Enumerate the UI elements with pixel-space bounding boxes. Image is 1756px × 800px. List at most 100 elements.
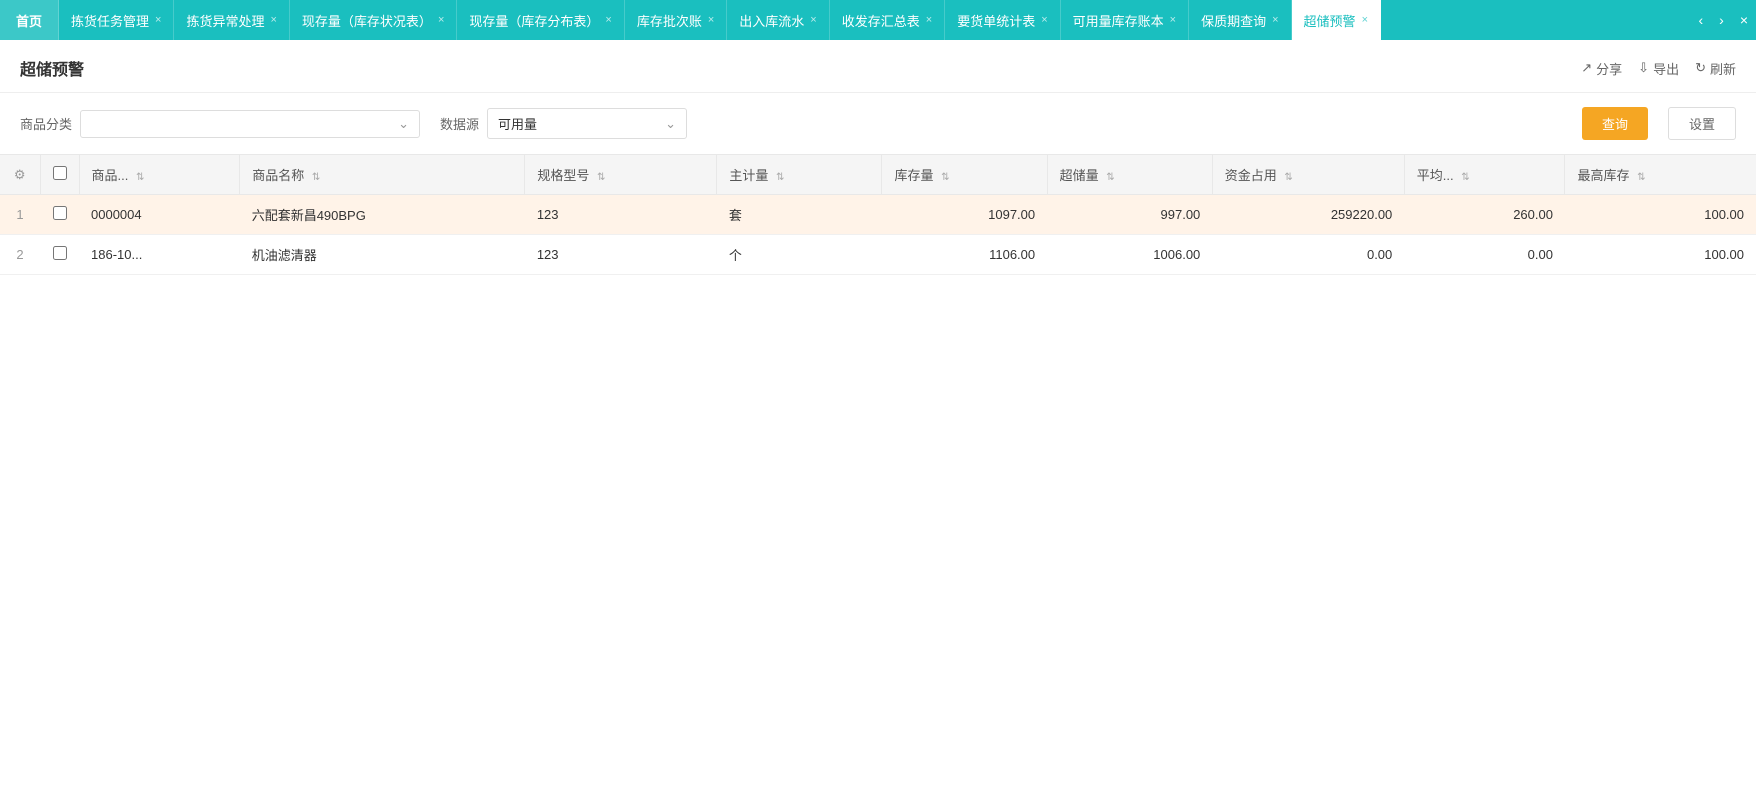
row-over-stock: 1006.00 — [1047, 235, 1212, 275]
row-avg: 260.00 — [1404, 195, 1565, 235]
close-icon[interactable]: × — [810, 14, 816, 26]
th-capital[interactable]: 资金占用 ⇅ — [1212, 155, 1404, 195]
close-icon[interactable]: × — [438, 14, 444, 26]
sort-icon: ⇅ — [1461, 172, 1469, 183]
nav-close-all-button[interactable]: × — [1732, 12, 1756, 28]
gear-icon[interactable]: ⚙ — [14, 167, 26, 182]
row-capital: 0.00 — [1212, 235, 1404, 275]
row-checkbox-cell[interactable] — [40, 235, 79, 275]
close-icon[interactable]: × — [1362, 14, 1368, 26]
sort-icon: ⇅ — [941, 172, 949, 183]
product-category-label: 商品分类 — [20, 114, 72, 133]
th-product-code[interactable]: 商品... ⇅ — [79, 155, 240, 195]
sort-icon: ⇅ — [1284, 172, 1292, 183]
th-spec[interactable]: 规格型号 ⇅ — [525, 155, 717, 195]
nav-tab-8[interactable]: 可用量库存账本 × — [1061, 0, 1189, 40]
row-unit: 个 — [717, 235, 882, 275]
share-icon: ↗ — [1581, 60, 1592, 76]
data-source-label: 数据源 — [440, 114, 479, 133]
query-button[interactable]: 查询 — [1582, 107, 1648, 140]
th-checkbox[interactable] — [40, 155, 79, 195]
refresh-button[interactable]: ↻ 刷新 — [1695, 59, 1736, 78]
nav-tab-5[interactable]: 出入库流水 × — [727, 0, 829, 40]
th-unit[interactable]: 主计量 ⇅ — [717, 155, 882, 195]
th-avg[interactable]: 平均... ⇅ — [1404, 155, 1565, 195]
row-max-stock: 100.00 — [1565, 195, 1756, 235]
close-icon[interactable]: × — [605, 14, 611, 26]
row-product-name: 六配套新昌490BPG — [240, 195, 525, 235]
row-stock: 1106.00 — [882, 235, 1047, 275]
nav-tab-7[interactable]: 要货单统计表 × — [945, 0, 1060, 40]
close-icon[interactable]: × — [1170, 14, 1176, 26]
nav-arrows: ‹ › × — [1690, 12, 1756, 28]
nav-next-button[interactable]: › — [1711, 12, 1732, 28]
close-icon[interactable]: × — [926, 14, 932, 26]
export-button[interactable]: ⇩ 导出 — [1638, 59, 1679, 78]
refresh-icon: ↻ — [1695, 60, 1706, 76]
nav-prev-button[interactable]: ‹ — [1690, 12, 1711, 28]
sort-icon: ⇅ — [776, 172, 784, 183]
row-checkbox-cell[interactable] — [40, 195, 79, 235]
select-all-checkbox[interactable] — [53, 166, 67, 180]
sort-icon: ⇅ — [1637, 172, 1645, 183]
product-category-filter: 商品分类 ⌄ — [20, 110, 420, 138]
sort-icon: ⇅ — [597, 172, 605, 183]
row-product-code: 186-10... — [79, 235, 240, 275]
nav-tab-0[interactable]: 拣货任务管理 × — [59, 0, 174, 40]
row-checkbox[interactable] — [53, 206, 67, 220]
th-stock[interactable]: 库存量 ⇅ — [882, 155, 1047, 195]
sort-icon: ⇅ — [136, 172, 144, 183]
table-body: 1 0000004 六配套新昌490BPG 123 套 1097.00 997.… — [0, 195, 1756, 275]
data-source-filter: 数据源 可用量 ⌄ — [440, 108, 687, 139]
row-seq: 2 — [0, 235, 40, 275]
nav-tab-4[interactable]: 库存批次账 × — [625, 0, 727, 40]
row-stock: 1097.00 — [882, 195, 1047, 235]
set-button[interactable]: 设置 — [1668, 107, 1736, 140]
data-source-select[interactable]: 可用量 ⌄ — [487, 108, 687, 139]
page-header: 超储预警 ↗ 分享 ⇩ 导出 ↻ 刷新 — [0, 40, 1756, 93]
share-button[interactable]: ↗ 分享 — [1581, 59, 1622, 78]
nav-home[interactable]: 首页 — [0, 0, 59, 40]
close-icon[interactable]: × — [155, 14, 161, 26]
close-icon[interactable]: × — [708, 14, 714, 26]
filter-bar: 商品分类 ⌄ 数据源 可用量 ⌄ 查询 设置 — [0, 93, 1756, 154]
chevron-down-icon: ⌄ — [398, 116, 409, 132]
data-source-value: 可用量 — [498, 114, 537, 133]
table-header-row: ⚙ 商品... ⇅ 商品名称 ⇅ 规格型号 ⇅ — [0, 155, 1756, 195]
table-row: 2 186-10... 机油滤清器 123 个 1106.00 1006.00 … — [0, 235, 1756, 275]
th-over-stock[interactable]: 超储量 ⇅ — [1047, 155, 1212, 195]
page-actions: ↗ 分享 ⇩ 导出 ↻ 刷新 — [1581, 59, 1736, 78]
product-category-select[interactable]: ⌄ — [80, 110, 420, 138]
row-seq: 1 — [0, 195, 40, 235]
row-spec: 123 — [525, 195, 717, 235]
nav-tab-6[interactable]: 收发存汇总表 × — [830, 0, 945, 40]
nav-tab-1[interactable]: 拣货异常处理 × — [174, 0, 289, 40]
nav-tab-3[interactable]: 现存量（库存分布表） × — [457, 0, 624, 40]
nav-tab-9[interactable]: 保质期查询 × — [1189, 0, 1291, 40]
page-title: 超储预警 — [20, 56, 84, 80]
close-icon[interactable]: × — [1041, 14, 1047, 26]
row-product-name: 机油滤清器 — [240, 235, 525, 275]
row-max-stock: 100.00 — [1565, 235, 1756, 275]
row-product-code: 0000004 — [79, 195, 240, 235]
row-spec: 123 — [525, 235, 717, 275]
data-table: ⚙ 商品... ⇅ 商品名称 ⇅ 规格型号 ⇅ — [0, 154, 1756, 275]
page-content: 超储预警 ↗ 分享 ⇩ 导出 ↻ 刷新 商品分类 ⌄ 数据源 — [0, 40, 1756, 800]
sort-icon: ⇅ — [1106, 172, 1114, 183]
row-unit: 套 — [717, 195, 882, 235]
table-row: 1 0000004 六配套新昌490BPG 123 套 1097.00 997.… — [0, 195, 1756, 235]
navbar: 首页 拣货任务管理 × 拣货异常处理 × 现存量（库存状况表） × 现存量（库存… — [0, 0, 1756, 40]
export-icon: ⇩ — [1638, 60, 1649, 76]
th-gear[interactable]: ⚙ — [0, 155, 40, 195]
th-product-name[interactable]: 商品名称 ⇅ — [240, 155, 525, 195]
close-icon[interactable]: × — [1272, 14, 1278, 26]
nav-tab-10[interactable]: 超储预警 × — [1292, 0, 1381, 40]
row-over-stock: 997.00 — [1047, 195, 1212, 235]
row-checkbox[interactable] — [53, 246, 67, 260]
row-capital: 259220.00 — [1212, 195, 1404, 235]
sort-icon: ⇅ — [312, 172, 320, 183]
row-avg: 0.00 — [1404, 235, 1565, 275]
nav-tab-2[interactable]: 现存量（库存状况表） × — [290, 0, 457, 40]
close-icon[interactable]: × — [270, 14, 276, 26]
th-max-stock[interactable]: 最高库存 ⇅ — [1565, 155, 1756, 195]
